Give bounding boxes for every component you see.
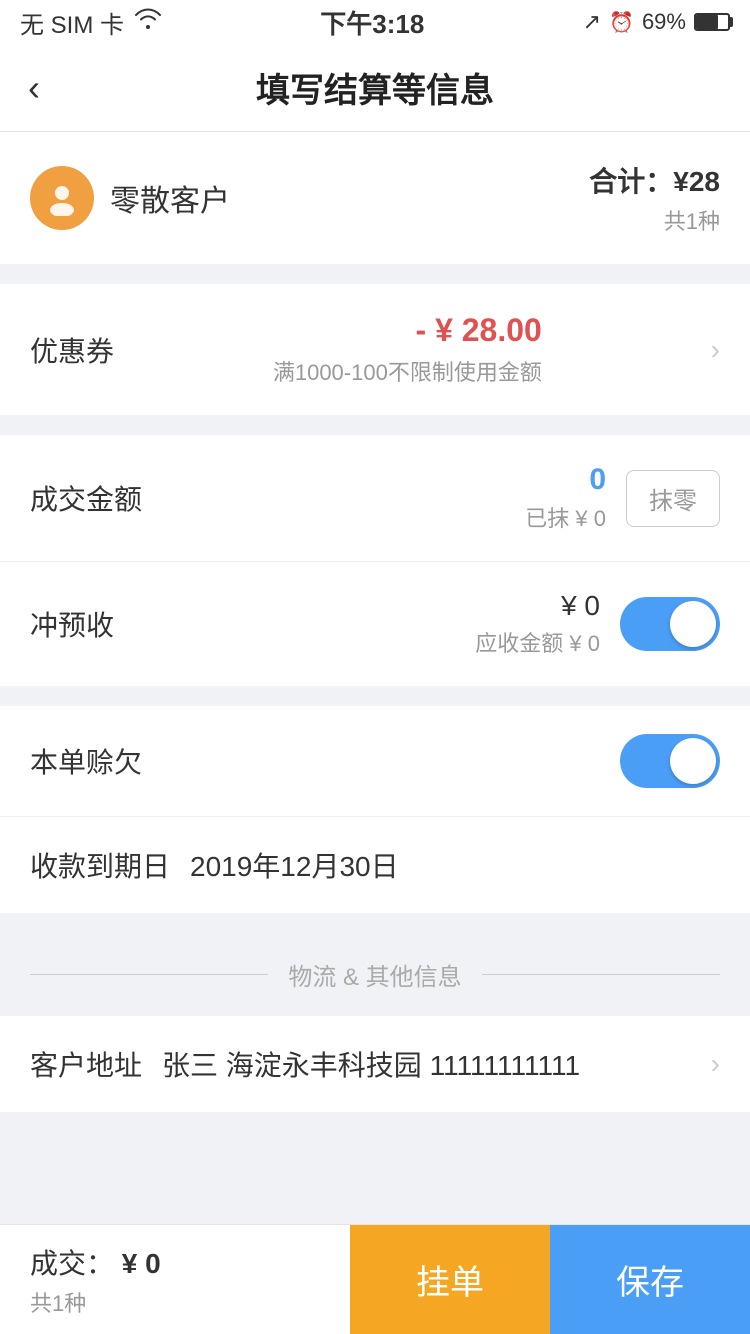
back-button[interactable]: ‹ [28,67,40,109]
status-right: ↗ ⏰ 69% [583,9,730,35]
save-button[interactable]: 保存 [550,1225,750,1334]
deal-amount-sub: 已抹 ¥ 0 [525,501,606,533]
customer-count: 共1种 [589,204,720,236]
due-date-row: 收款到期日 2019年12月30日 [0,816,750,913]
deal-amount-value: 0 [525,463,606,497]
deal-section: 成交金额 0 已抹 ¥ 0 抹零 冲预收 ¥ 0 应收金额 ¥ 0 [0,435,750,686]
deal-amount-right: 0 已抹 ¥ 0 抹零 [525,463,720,533]
customer-left: 零散客户 [30,166,230,230]
coupon-desc: 满1000-100不限制使用金额 [273,355,542,387]
coupon-label: 优惠券 [30,330,114,370]
battery-icon [694,13,730,31]
status-bar: 无 SIM 卡 下午3:18 ↗ ⏰ 69% [0,0,750,44]
prepay-toggle[interactable] [620,597,720,651]
deal-amount-value-col: 0 已抹 ¥ 0 [525,463,606,533]
round-zero-button[interactable]: 抹零 [626,470,720,527]
avatar [30,166,94,230]
customer-row: 零散客户 合计：¥28 共1种 [0,132,750,264]
nav-bar: ‹ 填写结算等信息 [0,44,750,132]
bottom-summary: 成交： ¥ 0 共1种 [0,1242,350,1318]
location-icon: ↗ [583,9,601,35]
address-value: 张三 海淀永丰科技园 11111111111 [162,1044,711,1084]
address-chevron: › [711,1048,720,1080]
coupon-section[interactable]: 优惠券 - ¥ 28.00 满1000-100不限制使用金额 › [0,284,750,415]
debt-section-wrapper: 本单赊欠 收款到期日 2019年12月30日 [0,706,750,913]
debt-row: 本单赊欠 [0,706,750,816]
coupon-right: - ¥ 28.00 满1000-100不限制使用金额 [273,312,542,387]
status-left: 无 SIM 卡 [20,5,162,40]
customer-name: 零散客户 [110,176,230,220]
prepay-right: ¥ 0 应收金额 ¥ 0 [475,590,720,658]
coupon-discount: - ¥ 28.00 [273,312,542,349]
hang-button[interactable]: 挂单 [350,1225,550,1334]
prepay-row: 冲预收 ¥ 0 应收金额 ¥ 0 [0,562,750,686]
prepay-value: ¥ 0 [475,590,600,622]
debt-toggle-knob [670,738,716,784]
carrier-label: 无 SIM 卡 [20,5,124,40]
bottom-bar: 成交： ¥ 0 共1种 挂单 保存 [0,1224,750,1334]
divider-line-right [482,974,720,975]
page-title: 填写结算等信息 [256,63,494,112]
bottom-deal-label: 成交： [30,1248,114,1279]
debt-label: 本单赊欠 [30,741,142,781]
due-date-label: 收款到期日 [30,845,170,885]
bottom-deal-line: 成交： ¥ 0 [30,1242,320,1282]
address-row[interactable]: 客户地址 张三 海淀永丰科技园 11111111111 › [0,1016,750,1112]
time-label: 下午3:18 [320,4,424,41]
prepay-value-col: ¥ 0 应收金额 ¥ 0 [475,590,600,658]
deal-amount-label: 成交金额 [30,478,142,518]
prepay-sub: 应收金额 ¥ 0 [475,626,600,658]
alarm-icon: ⏰ [609,10,634,35]
address-label: 客户地址 [30,1044,142,1084]
battery-percent: 69% [642,9,686,35]
due-date-value: 2019年12月30日 [190,845,399,885]
divider-line-left [30,974,268,975]
bottom-deal-value: ¥ 0 [122,1248,161,1279]
debt-toggle[interactable] [620,734,720,788]
wifi-icon [134,8,162,37]
deal-amount-row: 成交金额 0 已抹 ¥ 0 抹零 [0,435,750,562]
prepay-label: 冲预收 [30,604,114,644]
customer-right: 合计：¥28 共1种 [589,160,720,236]
toggle-knob [670,601,716,647]
content: 零散客户 合计：¥28 共1种 优惠券 - ¥ 28.00 满1000-100不… [0,132,750,1232]
bottom-count: 共1种 [30,1286,320,1318]
logistics-divider: 物流 & 其他信息 [0,933,750,1016]
total-amount: 合计：¥28 [589,160,720,200]
coupon-chevron: › [711,334,720,366]
logistics-label: 物流 & 其他信息 [288,957,461,992]
